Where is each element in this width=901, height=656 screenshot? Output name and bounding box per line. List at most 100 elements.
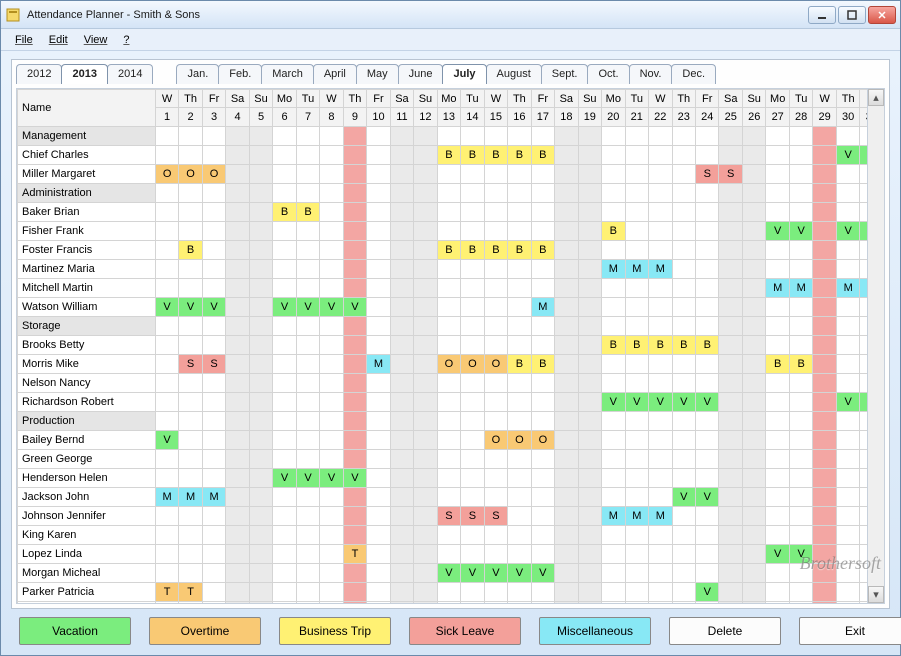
day-cell[interactable]	[696, 507, 719, 526]
day-cell[interactable]	[320, 602, 343, 605]
day-cell[interactable]	[155, 545, 178, 564]
day-cell[interactable]	[249, 469, 272, 488]
day-cell[interactable]	[742, 222, 765, 241]
day-cell[interactable]	[414, 564, 437, 583]
day-cell[interactable]	[578, 602, 601, 605]
day-cell[interactable]	[226, 393, 249, 412]
day-cell[interactable]	[155, 374, 178, 393]
day-cell[interactable]: V	[696, 583, 719, 602]
day-cell[interactable]	[531, 488, 554, 507]
day-cell[interactable]	[813, 127, 836, 146]
day-cell[interactable]	[461, 583, 484, 602]
day-cell[interactable]	[179, 431, 202, 450]
day-cell[interactable]	[226, 127, 249, 146]
day-cell[interactable]: M	[367, 355, 390, 374]
day-cell[interactable]	[696, 203, 719, 222]
day-cell[interactable]	[742, 127, 765, 146]
day-cell[interactable]	[484, 260, 507, 279]
day-cell[interactable]	[649, 355, 672, 374]
day-cell[interactable]	[602, 317, 625, 336]
day-cell[interactable]	[226, 583, 249, 602]
day-cell[interactable]	[813, 583, 836, 602]
day-cell[interactable]	[555, 222, 578, 241]
day-cell[interactable]	[555, 184, 578, 203]
day-cell[interactable]	[555, 203, 578, 222]
day-cell[interactable]	[625, 241, 648, 260]
day-cell[interactable]	[202, 526, 225, 545]
day-cell[interactable]: O	[461, 355, 484, 374]
day-cell[interactable]	[367, 602, 390, 605]
day-cell[interactable]	[437, 317, 460, 336]
day-cell[interactable]: V	[179, 298, 202, 317]
name-cell[interactable]: Miller Margaret	[18, 165, 156, 184]
day-cell[interactable]: V	[649, 393, 672, 412]
day-cell[interactable]: M	[649, 260, 672, 279]
day-cell[interactable]	[367, 165, 390, 184]
day-cell[interactable]	[672, 526, 695, 545]
minimize-button[interactable]	[808, 6, 836, 24]
name-cell[interactable]: Morgan Micheal	[18, 564, 156, 583]
day-cell[interactable]	[531, 545, 554, 564]
day-cell[interactable]	[742, 355, 765, 374]
day-cell[interactable]	[320, 545, 343, 564]
day-cell[interactable]	[296, 355, 319, 374]
day-cell[interactable]	[390, 336, 413, 355]
day-cell[interactable]	[179, 450, 202, 469]
day-cell[interactable]	[578, 526, 601, 545]
day-cell[interactable]	[672, 165, 695, 184]
day-cell[interactable]	[390, 583, 413, 602]
day-cell[interactable]	[390, 393, 413, 412]
day-cell[interactable]	[813, 260, 836, 279]
day-cell[interactable]	[296, 184, 319, 203]
day-cell[interactable]	[296, 165, 319, 184]
day-cell[interactable]	[390, 469, 413, 488]
day-cell[interactable]	[766, 526, 789, 545]
day-cell[interactable]	[202, 545, 225, 564]
day-cell[interactable]	[672, 127, 695, 146]
day-cell[interactable]	[226, 298, 249, 317]
day-cell[interactable]	[789, 450, 812, 469]
day-cell[interactable]	[742, 241, 765, 260]
day-cell[interactable]	[437, 545, 460, 564]
day-cell[interactable]	[414, 298, 437, 317]
day-cell[interactable]	[296, 488, 319, 507]
day-cell[interactable]	[296, 393, 319, 412]
day-cell[interactable]	[343, 241, 366, 260]
day-cell[interactable]	[155, 602, 178, 605]
day-cell[interactable]	[273, 184, 296, 203]
day-cell[interactable]	[578, 146, 601, 165]
day-cell[interactable]	[696, 374, 719, 393]
day-cell[interactable]	[578, 260, 601, 279]
day-cell[interactable]	[602, 241, 625, 260]
day-cell[interactable]	[672, 260, 695, 279]
day-cell[interactable]	[390, 488, 413, 507]
day-cell[interactable]	[414, 203, 437, 222]
day-cell[interactable]: V	[343, 298, 366, 317]
day-cell[interactable]: V	[155, 298, 178, 317]
name-cell[interactable]: Chief Charles	[18, 146, 156, 165]
day-cell[interactable]	[484, 412, 507, 431]
day-cell[interactable]	[531, 412, 554, 431]
day-cell[interactable]	[766, 393, 789, 412]
day-cell[interactable]	[649, 222, 672, 241]
day-cell[interactable]	[249, 526, 272, 545]
day-cell[interactable]	[320, 184, 343, 203]
day-cell[interactable]: M	[789, 279, 812, 298]
day-cell[interactable]	[672, 298, 695, 317]
day-cell[interactable]	[273, 545, 296, 564]
day-cell[interactable]	[155, 412, 178, 431]
day-cell[interactable]: B	[602, 336, 625, 355]
day-cell[interactable]	[555, 165, 578, 184]
day-cell[interactable]	[766, 165, 789, 184]
day-cell[interactable]	[202, 241, 225, 260]
day-cell[interactable]	[625, 583, 648, 602]
name-cell[interactable]: Johnson Jennifer	[18, 507, 156, 526]
day-cell[interactable]	[484, 488, 507, 507]
day-cell[interactable]	[555, 298, 578, 317]
day-cell[interactable]	[249, 488, 272, 507]
day-cell[interactable]	[789, 165, 812, 184]
day-cell[interactable]	[484, 469, 507, 488]
day-cell[interactable]	[202, 393, 225, 412]
day-cell[interactable]	[179, 469, 202, 488]
day-cell[interactable]: B	[649, 336, 672, 355]
